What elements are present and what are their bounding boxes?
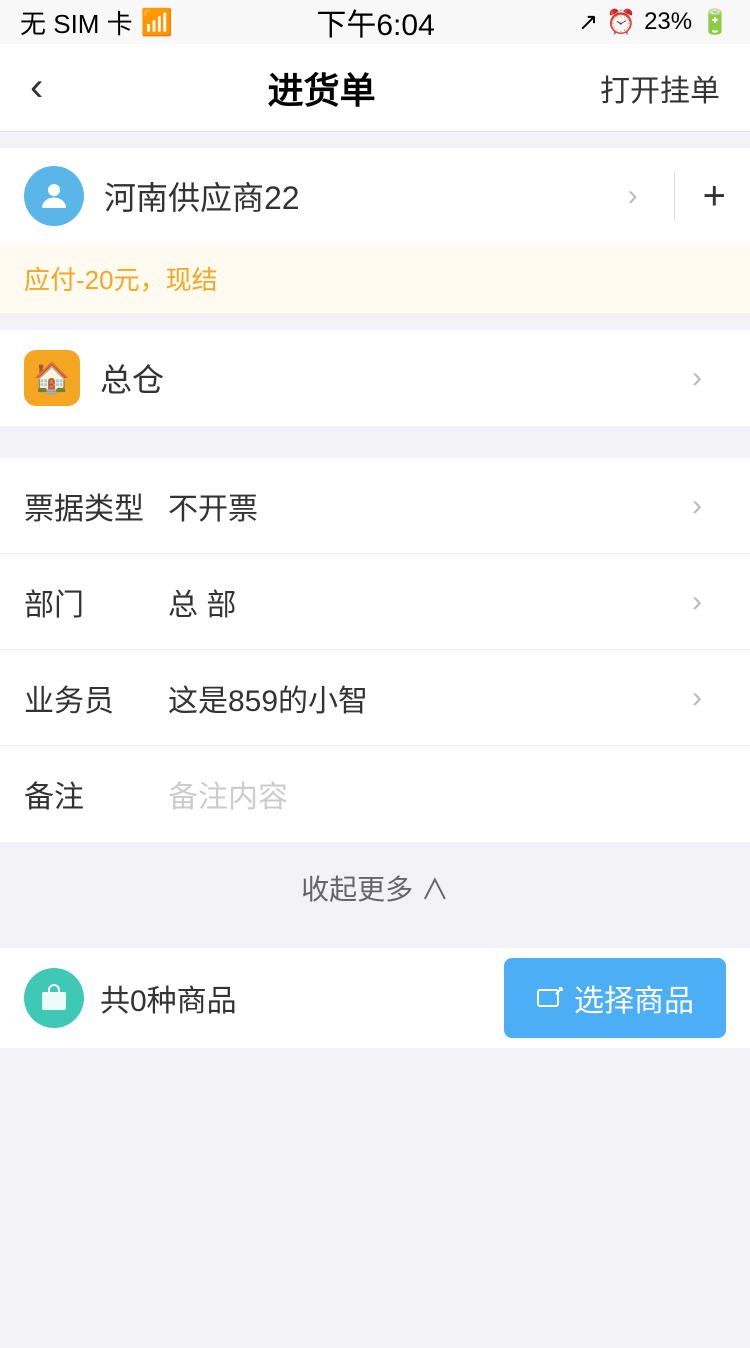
warehouse-name: 总仓 <box>100 355 692 401</box>
department-value: 总 部 <box>168 580 692 624</box>
add-supplier-button[interactable]: + <box>703 174 726 219</box>
battery-icon: 🔋 <box>700 8 730 37</box>
product-count: 共0种商品 <box>100 976 504 1020</box>
alarm-icon: ⏰ <box>606 8 636 37</box>
collapse-button[interactable]: 收起更多 ∧ <box>0 844 750 932</box>
warehouse-section: 🏠 总仓 › <box>0 330 750 426</box>
location-icon: ↗ <box>578 8 598 37</box>
battery-text: 23% <box>644 8 692 36</box>
select-product-button[interactable]: 选择商品 <box>504 958 726 1038</box>
payable-notice: 应付-20元，现结 <box>0 244 750 313</box>
status-left: 无 SIM 卡 📶 <box>20 4 173 41</box>
department-chevron-icon: › <box>692 585 702 619</box>
supplier-row[interactable]: 河南供应商22 › + <box>0 148 750 244</box>
salesperson-row[interactable]: 业务员 这是859的小智 › <box>0 650 750 746</box>
product-icon <box>24 968 84 1028</box>
salesperson-value: 这是859的小智 <box>168 676 692 720</box>
nav-bar: ‹ 进货单 打开挂单 <box>0 44 750 132</box>
supplier-section: 河南供应商22 › + 应付-20元，现结 <box>0 148 750 313</box>
select-product-label: 选择商品 <box>574 976 694 1020</box>
ticket-type-row[interactable]: 票据类型 不开票 › <box>0 458 750 554</box>
status-bar: 无 SIM 卡 📶 下午6:04 ↗ ⏰ 23% 🔋 <box>0 0 750 44</box>
salesperson-label: 业务员 <box>24 676 144 720</box>
warehouse-chevron-icon: › <box>692 361 702 395</box>
form-section: 票据类型 不开票 › 部门 总 部 › 业务员 这是859的小智 › 备注 备注… <box>0 458 750 842</box>
carrier-text: 无 SIM 卡 <box>20 4 133 41</box>
note-row[interactable]: 备注 备注内容 <box>0 746 750 842</box>
gray-fill-area <box>0 1048 750 1348</box>
warehouse-icon: 🏠 <box>24 350 80 406</box>
wifi-icon: 📶 <box>141 7 173 38</box>
page-title: 进货单 <box>268 62 376 114</box>
warehouse-row[interactable]: 🏠 总仓 › <box>0 330 750 426</box>
back-button[interactable]: ‹ <box>30 65 43 110</box>
department-row[interactable]: 部门 总 部 › <box>0 554 750 650</box>
department-label: 部门 <box>24 580 144 624</box>
person-icon <box>36 178 72 214</box>
salesperson-chevron-icon: › <box>692 681 702 715</box>
open-pending-button[interactable]: 打开挂单 <box>600 66 720 110</box>
top-divider <box>0 132 750 148</box>
select-product-icon <box>536 984 564 1012</box>
status-right: ↗ ⏰ 23% 🔋 <box>578 8 730 37</box>
supplier-avatar <box>24 166 84 226</box>
divider-3 <box>0 426 750 442</box>
bottom-bar: 共0种商品 选择商品 <box>0 948 750 1048</box>
divider-2 <box>0 313 750 329</box>
status-time: 下午6:04 <box>316 0 434 44</box>
supplier-name: 河南供应商22 <box>104 173 628 219</box>
ticket-type-label: 票据类型 <box>24 484 144 528</box>
note-input[interactable]: 备注内容 <box>168 772 726 816</box>
supplier-chevron-icon: › <box>628 179 638 213</box>
supplier-divider <box>674 172 675 220</box>
cart-icon <box>38 982 70 1014</box>
ticket-type-value: 不开票 <box>168 484 692 528</box>
note-label: 备注 <box>24 772 144 816</box>
ticket-type-chevron-icon: › <box>692 489 702 523</box>
